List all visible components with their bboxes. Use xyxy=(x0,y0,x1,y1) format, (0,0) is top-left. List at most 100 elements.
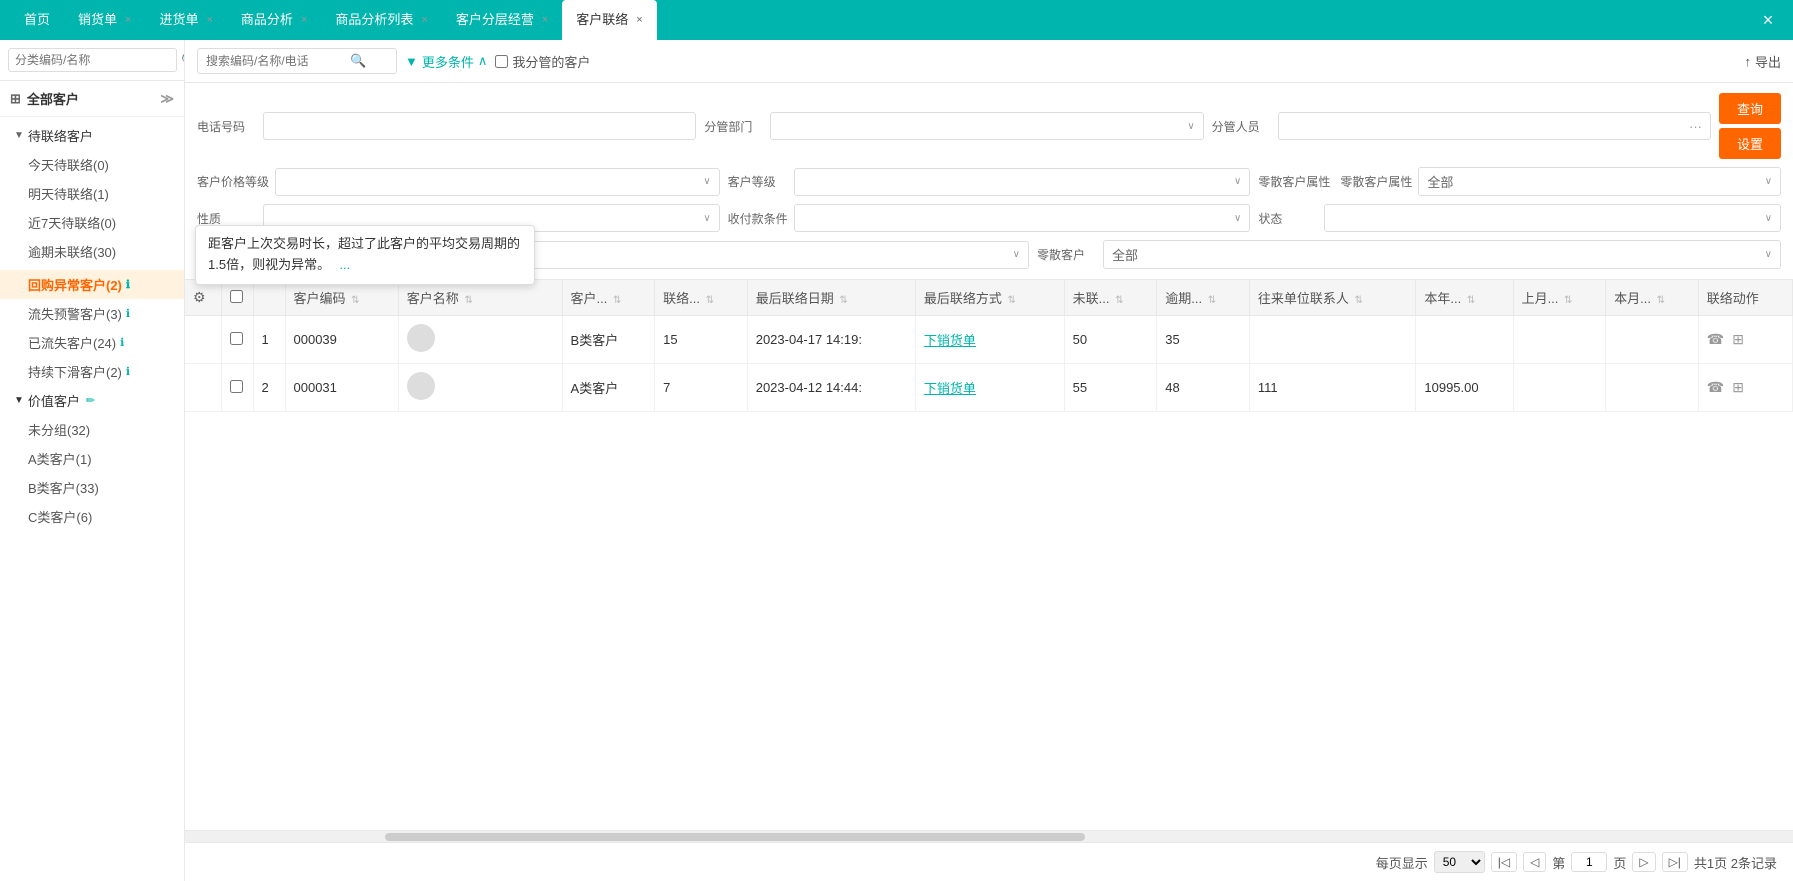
contact-method-link[interactable]: 下销货单 xyxy=(924,333,976,348)
row-last-contact-method: 下销货单 xyxy=(915,316,1064,364)
sort-icon[interactable]: ⇅ xyxy=(1115,295,1123,306)
settings-button[interactable]: 设置 xyxy=(1719,128,1781,159)
sidebar-item-churn-warning[interactable]: 流失预警客户(3) ℹ xyxy=(0,299,184,328)
col-this-month-header: 本月... ⇅ xyxy=(1606,280,1699,316)
page-number-input[interactable] xyxy=(1571,852,1607,872)
arrow-down-icon: ▼ xyxy=(14,395,24,406)
search-button[interactable]: 🔍 xyxy=(350,53,366,69)
close-icon[interactable]: × xyxy=(301,0,307,40)
sidebar-item-7days[interactable]: 近7天待联络(0) xyxy=(0,208,184,237)
share-icon[interactable]: ⊞ xyxy=(1732,331,1744,348)
col-last-contact-date-header: 最后联络日期 ⇅ xyxy=(747,280,915,316)
sort-icon[interactable]: ⇅ xyxy=(1657,295,1665,306)
tab-home[interactable]: 首页 xyxy=(10,0,64,40)
sidebar-item-tomorrow[interactable]: 明天待联络(1) xyxy=(0,179,184,208)
row-code[interactable]: 000039 xyxy=(285,316,398,364)
sort-icon[interactable]: ⇅ xyxy=(1008,295,1016,306)
sidebar-search-area: 🔍 xyxy=(0,40,184,81)
scroll-thumb[interactable] xyxy=(385,833,1085,841)
sidebar-item-class-a[interactable]: A类客户(1) xyxy=(0,444,184,473)
close-icon[interactable]: × xyxy=(421,0,427,40)
select-all-checkbox[interactable] xyxy=(230,290,243,303)
export-button[interactable]: ↑ 导出 xyxy=(1744,52,1781,71)
sidebar-item-class-b[interactable]: B类客户(33) xyxy=(0,473,184,502)
sidebar-item-class-c[interactable]: C类客户(6) xyxy=(0,502,184,531)
tab-purchase-order[interactable]: 进货单 × xyxy=(145,0,226,40)
tab-customer-contact[interactable]: 客户联络 × xyxy=(562,0,656,40)
close-icon[interactable]: × xyxy=(636,0,642,40)
chevron-down-icon: ∨ xyxy=(1765,176,1772,187)
window-close-button[interactable]: × xyxy=(1753,5,1783,35)
collapse-icon[interactable]: ≫ xyxy=(160,91,174,107)
more-conditions-button[interactable]: ▼ 更多条件 ∧ xyxy=(405,52,487,71)
next-page-button[interactable]: ▷ xyxy=(1632,852,1655,872)
tab-product-analysis[interactable]: 商品分析 × xyxy=(227,0,321,40)
close-icon[interactable]: × xyxy=(542,0,548,40)
sort-icon[interactable]: ⇅ xyxy=(613,295,621,306)
row-code[interactable]: 000031 xyxy=(285,364,398,412)
sidebar-item-overdue[interactable]: 逾期未联络(30) xyxy=(0,237,184,266)
sort-icon[interactable]: ⇅ xyxy=(839,295,847,306)
column-settings-icon[interactable]: ⚙ xyxy=(193,289,206,305)
manager-select[interactable]: ··· xyxy=(1278,112,1711,140)
payment-select[interactable]: ∨ xyxy=(794,204,1251,232)
prev-page-button[interactable]: ◁ xyxy=(1523,852,1546,872)
sidebar-item-unclassified[interactable]: 未分组(32) xyxy=(0,415,184,444)
first-page-button[interactable]: |◁ xyxy=(1491,852,1517,872)
sidebar-item-declining[interactable]: 持续下滑客户(2) ℹ xyxy=(0,357,184,386)
my-customers-checkbox-wrap[interactable]: 我分管的客户 xyxy=(495,52,590,71)
tooltip-more-icon[interactable]: ... xyxy=(339,257,350,272)
retail-attr-select[interactable]: 全部 ∨ xyxy=(1418,167,1781,196)
row-select-checkbox[interactable] xyxy=(230,332,243,345)
more-icon[interactable]: ··· xyxy=(1689,119,1702,134)
sort-icon[interactable]: ⇅ xyxy=(1208,295,1216,306)
sort-icon[interactable]: ⇅ xyxy=(1564,295,1572,306)
sort-icon[interactable]: ⇅ xyxy=(1467,295,1475,306)
content-area: 🔍 ▼ 更多条件 ∧ 我分管的客户 ↑ 导出 电话号码 xyxy=(185,40,1793,881)
contact-icon[interactable]: ☎ xyxy=(1707,379,1724,396)
row-index: 1 xyxy=(253,316,285,364)
tab-sales-order[interactable]: 销货单 × xyxy=(64,0,145,40)
chevron-down-icon: ∨ xyxy=(703,213,710,224)
retail-customer-select[interactable]: 全部 ∨ xyxy=(1103,240,1781,269)
row-select-checkbox[interactable] xyxy=(230,380,243,393)
row-type: B类客户 xyxy=(562,316,655,364)
pending-contact-header[interactable]: ▼ 待联络客户 xyxy=(0,121,184,150)
value-customers-header[interactable]: ▼ 价值客户 ✏ xyxy=(0,386,184,415)
last-page-button[interactable]: ▷| xyxy=(1662,852,1688,872)
phone-input[interactable] xyxy=(263,112,696,140)
edit-icon[interactable]: ✏ xyxy=(86,394,95,407)
sort-icon[interactable]: ⇅ xyxy=(706,295,714,306)
col-name-header: 客户名称 ⇅ xyxy=(398,280,562,316)
contact-icon[interactable]: ☎ xyxy=(1707,331,1724,348)
all-customers-header[interactable]: ⊞ 全部客户 ≫ xyxy=(0,81,184,117)
sort-icon[interactable]: ⇅ xyxy=(1355,295,1363,306)
tab-customer-tier[interactable]: 客户分层经营 × xyxy=(442,0,562,40)
contact-method-link[interactable]: 下销货单 xyxy=(924,381,976,396)
horizontal-scrollbar[interactable] xyxy=(185,830,1793,842)
filter-payment: 收付款条件 ∨ xyxy=(728,204,1251,232)
sidebar-item-churned[interactable]: 已流失客户(24) ℹ xyxy=(0,328,184,357)
chevron-down-icon: ∨ xyxy=(703,176,710,187)
sidebar-item-today[interactable]: 今天待联络(0) xyxy=(0,150,184,179)
customer-level-select[interactable]: ∨ xyxy=(794,168,1251,196)
search-wrap: 🔍 xyxy=(197,48,397,74)
my-customers-checkbox[interactable] xyxy=(495,55,508,68)
sidebar-search-input[interactable] xyxy=(8,48,177,72)
sidebar-item-repurchase-anomaly[interactable]: 回购异常客户(2) ℹ xyxy=(0,270,184,299)
row-this-year xyxy=(1416,316,1513,364)
sort-icon[interactable]: ⇅ xyxy=(351,295,359,306)
search-input[interactable] xyxy=(206,54,346,68)
close-icon[interactable]: × xyxy=(125,0,131,40)
row-overdue: 35 xyxy=(1157,316,1250,364)
table-header-row: ⚙ 客户编码 ⇅ 客户名称 ⇅ xyxy=(185,280,1793,316)
price-level-select[interactable]: ∨ xyxy=(275,168,720,196)
per-page-select[interactable]: 50 100 200 xyxy=(1434,851,1485,873)
tab-product-analysis-list[interactable]: 商品分析列表 × xyxy=(321,0,441,40)
query-button[interactable]: 查询 xyxy=(1719,93,1781,124)
status-select[interactable]: ∨ xyxy=(1324,204,1781,232)
share-icon[interactable]: ⊞ xyxy=(1732,379,1744,396)
close-icon[interactable]: × xyxy=(206,0,212,40)
sort-icon[interactable]: ⇅ xyxy=(464,295,472,306)
dept-select[interactable]: ∨ xyxy=(770,112,1203,140)
